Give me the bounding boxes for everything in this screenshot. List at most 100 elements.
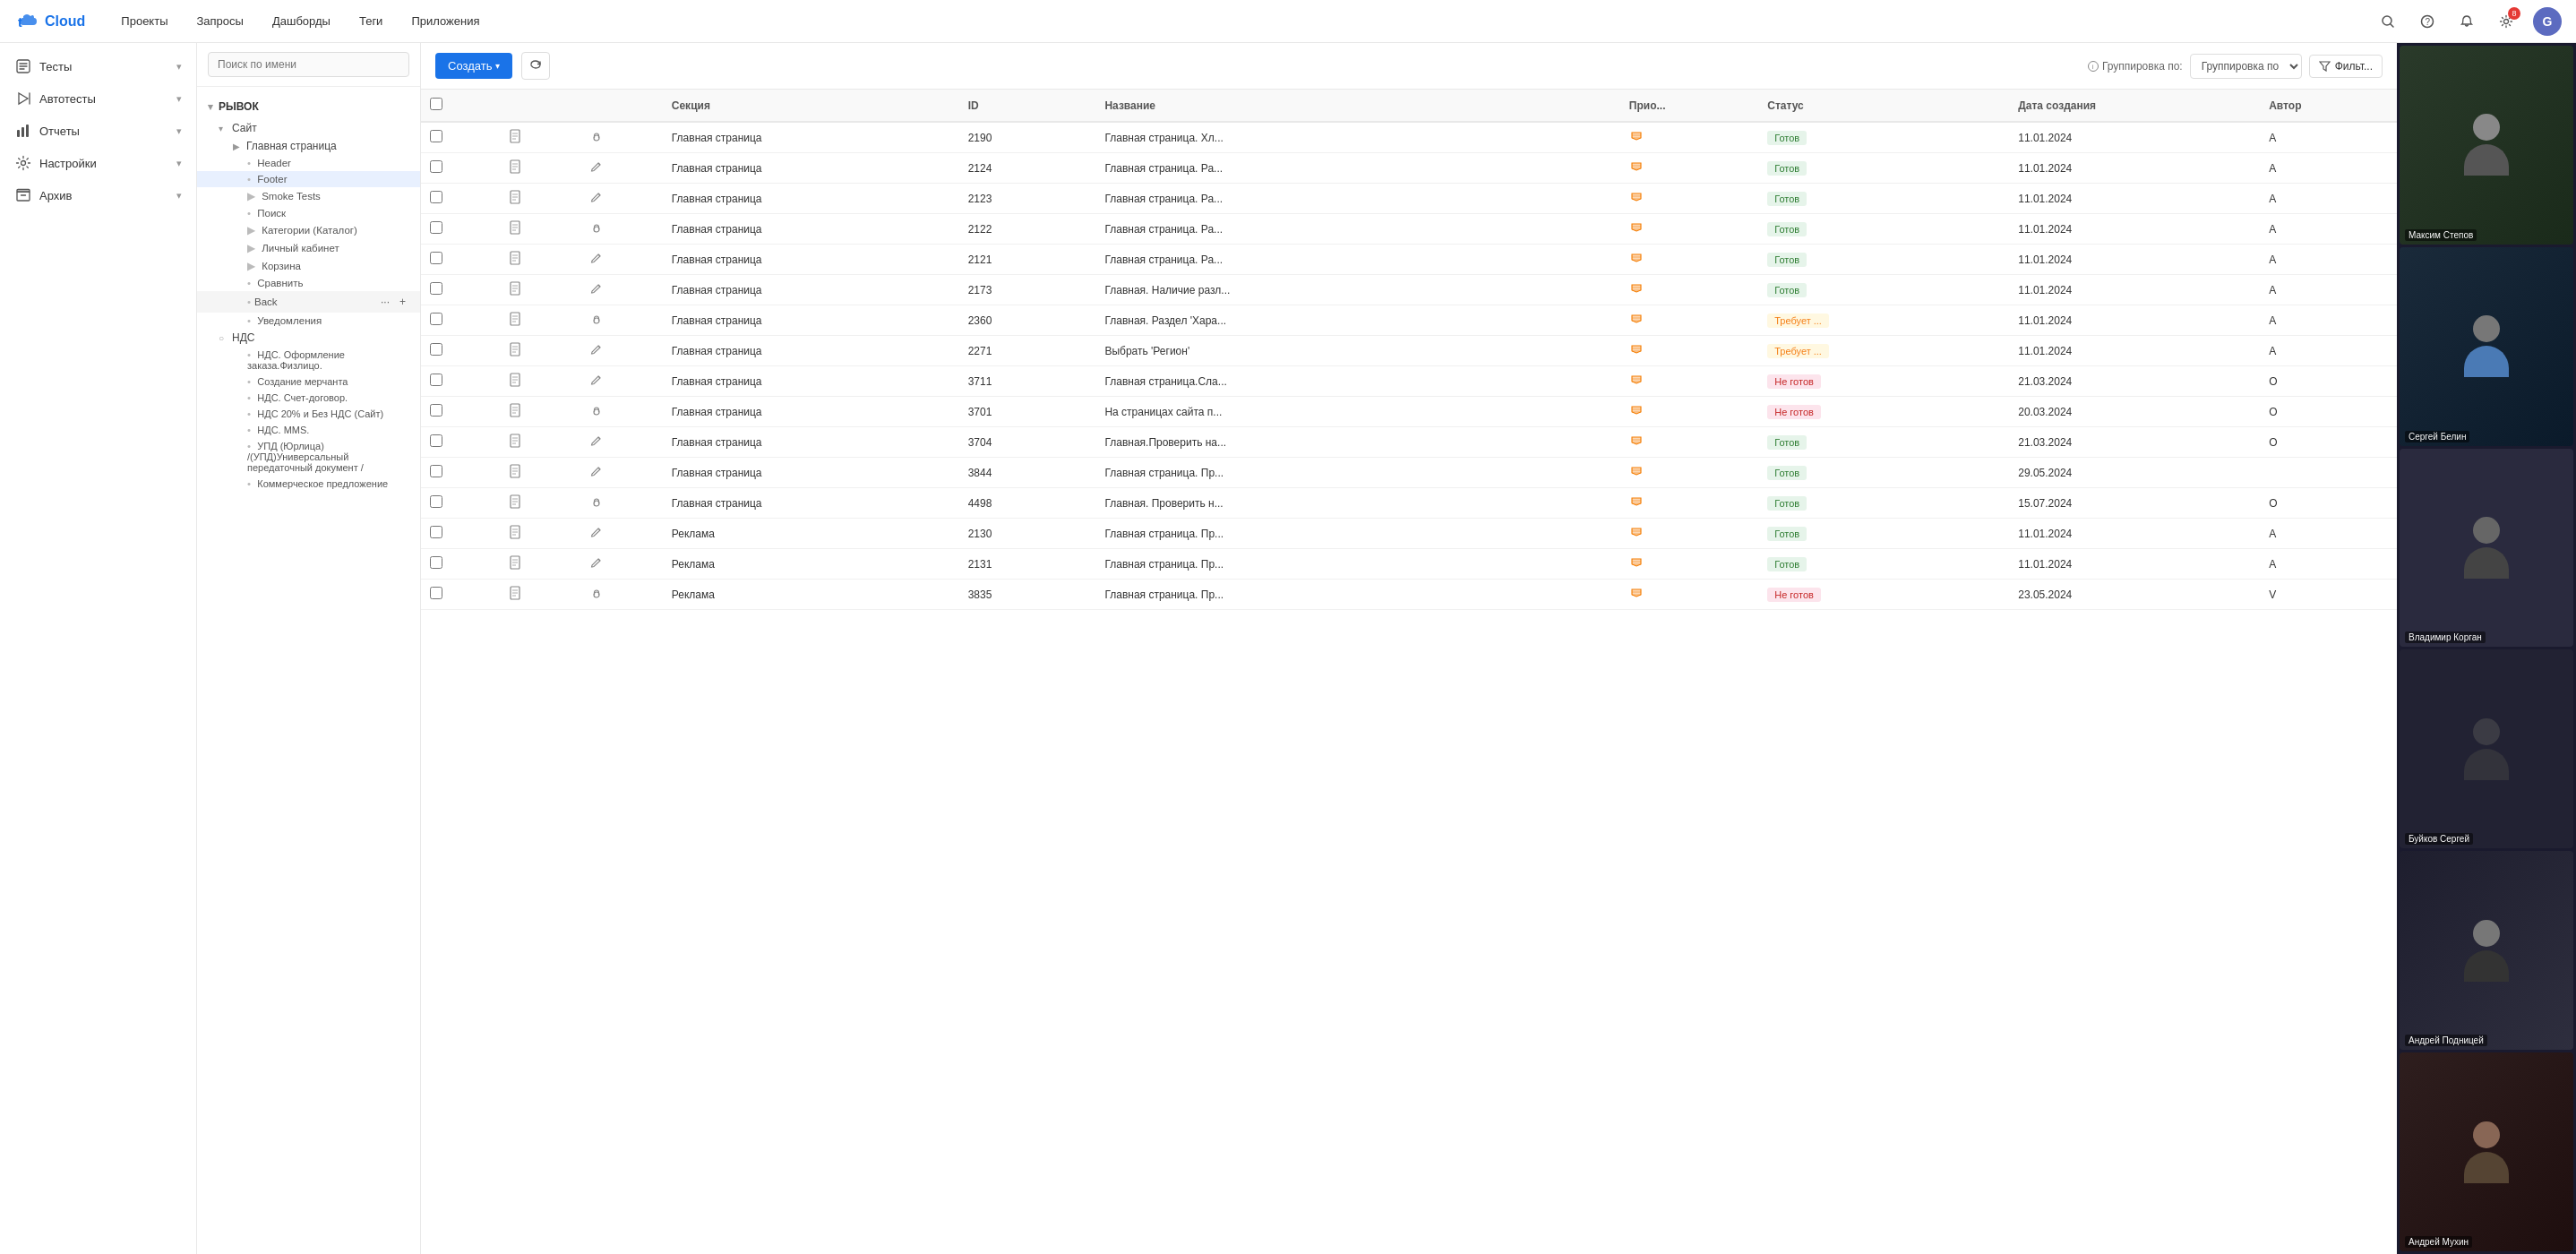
- tree-deep-back[interactable]: • Back ··· +: [197, 291, 420, 313]
- tree-deep-notifications[interactable]: • Уведомления: [197, 313, 420, 329]
- user-avatar[interactable]: G: [2533, 7, 2562, 36]
- lock-icon: [589, 129, 604, 143]
- row-checkbox[interactable]: [430, 556, 442, 569]
- col-header-name[interactable]: Название: [1095, 90, 1619, 122]
- row-date: 29.05.2024: [2009, 458, 2260, 488]
- row-type-icon-cell: [499, 245, 581, 275]
- row-action-icon-cell: [580, 245, 663, 275]
- tree-deep-nds-mms[interactable]: • НДС. MMS.: [197, 422, 420, 438]
- table-row: Главная страница 3711 Главная страница.С…: [421, 366, 2397, 397]
- filter-button[interactable]: Фильт...: [2309, 55, 2383, 78]
- sidebar-item-autotests[interactable]: Автотесты ▾: [0, 82, 196, 115]
- row-section: Главная страница: [663, 245, 959, 275]
- video-cell-p2: Сергей Белин: [2400, 247, 2573, 446]
- grouping-info: i Группировка по:: [2088, 60, 2183, 73]
- sidebar-item-tests[interactable]: Тесты ▾: [0, 50, 196, 82]
- nav-dashboards[interactable]: Дашборды: [269, 11, 334, 31]
- row-date: 11.01.2024: [2009, 214, 2260, 245]
- row-checkbox[interactable]: [430, 495, 442, 508]
- tree-root-node[interactable]: ▾ РЫВОК ··· +: [197, 94, 420, 119]
- row-checkbox[interactable]: [430, 343, 442, 356]
- back-more-icon[interactable]: ···: [377, 294, 393, 310]
- tree-deep-upd[interactable]: • УПД (Юрлица) /(УПД)Универсальный перед…: [197, 438, 420, 476]
- logo[interactable]: t Cloud: [14, 9, 85, 34]
- row-name: Главная страница. Пр...: [1095, 549, 1619, 580]
- row-checkbox[interactable]: [430, 313, 442, 325]
- root-more-icon[interactable]: ···: [374, 98, 391, 116]
- tree-sub-main-page[interactable]: ▶ Главная страница: [197, 137, 420, 155]
- row-status: Не готов: [1758, 366, 2009, 397]
- tree-deep-search[interactable]: • Поиск: [197, 205, 420, 221]
- nav-tags[interactable]: Теги: [356, 11, 386, 31]
- top-navigation: t Cloud Проекты Запросы Дашборды Теги Пр…: [0, 0, 2576, 43]
- grouping-select[interactable]: Группировка по: [2190, 54, 2302, 79]
- row-section: Главная страница: [663, 184, 959, 214]
- tree-deep-footer[interactable]: • Footer: [197, 171, 420, 187]
- row-checkbox[interactable]: [430, 221, 442, 234]
- col-header-date[interactable]: Дата создания: [2009, 90, 2260, 122]
- back-actions: ··· +: [377, 294, 409, 310]
- edit-icon: [589, 373, 604, 387]
- p3-body: [2464, 547, 2509, 579]
- row-checkbox[interactable]: [430, 465, 442, 477]
- settings-button[interactable]: 8: [2494, 9, 2519, 34]
- row-checkbox[interactable]: [430, 587, 442, 599]
- tree-deep-nds-20[interactable]: • НДС 20% и Без НДС (Сайт): [197, 406, 420, 422]
- row-checkbox[interactable]: [430, 434, 442, 447]
- refresh-button[interactable]: [521, 52, 550, 80]
- tree-deep-header[interactable]: • Header: [197, 155, 420, 171]
- tree-deep-smoke[interactable]: ▶ Smoke Tests: [197, 187, 420, 205]
- create-button[interactable]: Создать ▾: [435, 53, 512, 79]
- back-add-icon[interactable]: +: [396, 294, 409, 310]
- row-checkbox[interactable]: [430, 282, 442, 295]
- tree-deep-merchant[interactable]: • Создание мерчанта: [197, 374, 420, 390]
- col-header-icon2: [580, 90, 663, 122]
- row-checkbox[interactable]: [430, 374, 442, 386]
- row-date: 11.01.2024: [2009, 122, 2260, 153]
- nav-projects[interactable]: Проекты: [117, 11, 171, 31]
- row-action-icon-cell: [580, 275, 663, 305]
- row-checkbox-cell: [421, 488, 499, 519]
- col-header-id[interactable]: ID: [959, 90, 1096, 122]
- tree-node-nds[interactable]: ○ НДС: [197, 329, 420, 347]
- sidebar-item-reports[interactable]: Отчеты ▾: [0, 115, 196, 147]
- tree-panel: ▾ РЫВОК ··· + ▾ Сайт ▶ Главная страница …: [197, 43, 421, 1254]
- nav-apps[interactable]: Приложения: [408, 11, 483, 31]
- col-header-section[interactable]: Секция: [663, 90, 959, 122]
- status-badge: Не готов: [1767, 374, 1821, 389]
- nav-requests[interactable]: Запросы: [193, 11, 247, 31]
- sidebar-item-settings[interactable]: Настройки ▾: [0, 147, 196, 179]
- select-all-checkbox[interactable]: [430, 98, 442, 110]
- priority-icon: [1629, 190, 1644, 204]
- row-checkbox[interactable]: [430, 526, 442, 538]
- row-checkbox[interactable]: [430, 404, 442, 417]
- sidebar-item-archive[interactable]: Архив ▾: [0, 179, 196, 211]
- row-checkbox[interactable]: [430, 252, 442, 264]
- tree-deep-cabinet[interactable]: ▶ Личный кабинет: [197, 239, 420, 257]
- row-checkbox-cell: [421, 275, 499, 305]
- priority-icon: [1629, 403, 1644, 417]
- col-header-prio[interactable]: Прио...: [1620, 90, 1758, 122]
- tree-deep-nds-invoice[interactable]: • НДС. Счет-договор.: [197, 390, 420, 406]
- notifications-button[interactable]: [2454, 9, 2479, 34]
- tree-deep-nds-order[interactable]: • НДС. Оформление заказа.Физлицо.: [197, 347, 420, 374]
- col-header-status[interactable]: Статус: [1758, 90, 2009, 122]
- tree-deep-compare[interactable]: • Сравнить: [197, 275, 420, 291]
- tree-deep-categories[interactable]: ▶ Категории (Каталог): [197, 221, 420, 239]
- root-add-icon[interactable]: +: [395, 98, 409, 116]
- priority-icon: [1629, 312, 1644, 326]
- p6-body: [2464, 1152, 2509, 1183]
- search-input[interactable]: [208, 52, 409, 77]
- row-checkbox[interactable]: [430, 130, 442, 142]
- tree-deep-commercial[interactable]: • Коммерческое предложение: [197, 476, 420, 492]
- table-row: Главная страница 3844 Главная страница. …: [421, 458, 2397, 488]
- tree-deep-cart[interactable]: ▶ Корзина: [197, 257, 420, 275]
- p5-name-label: Андрей Подницей: [2405, 1035, 2487, 1046]
- row-checkbox[interactable]: [430, 160, 442, 173]
- row-id: 2271: [959, 336, 1096, 366]
- tree-node-site[interactable]: ▾ Сайт: [197, 119, 420, 137]
- help-button[interactable]: ?: [2415, 9, 2440, 34]
- search-button[interactable]: [2375, 9, 2400, 34]
- row-checkbox[interactable]: [430, 191, 442, 203]
- col-header-author[interactable]: Автор: [2260, 90, 2397, 122]
